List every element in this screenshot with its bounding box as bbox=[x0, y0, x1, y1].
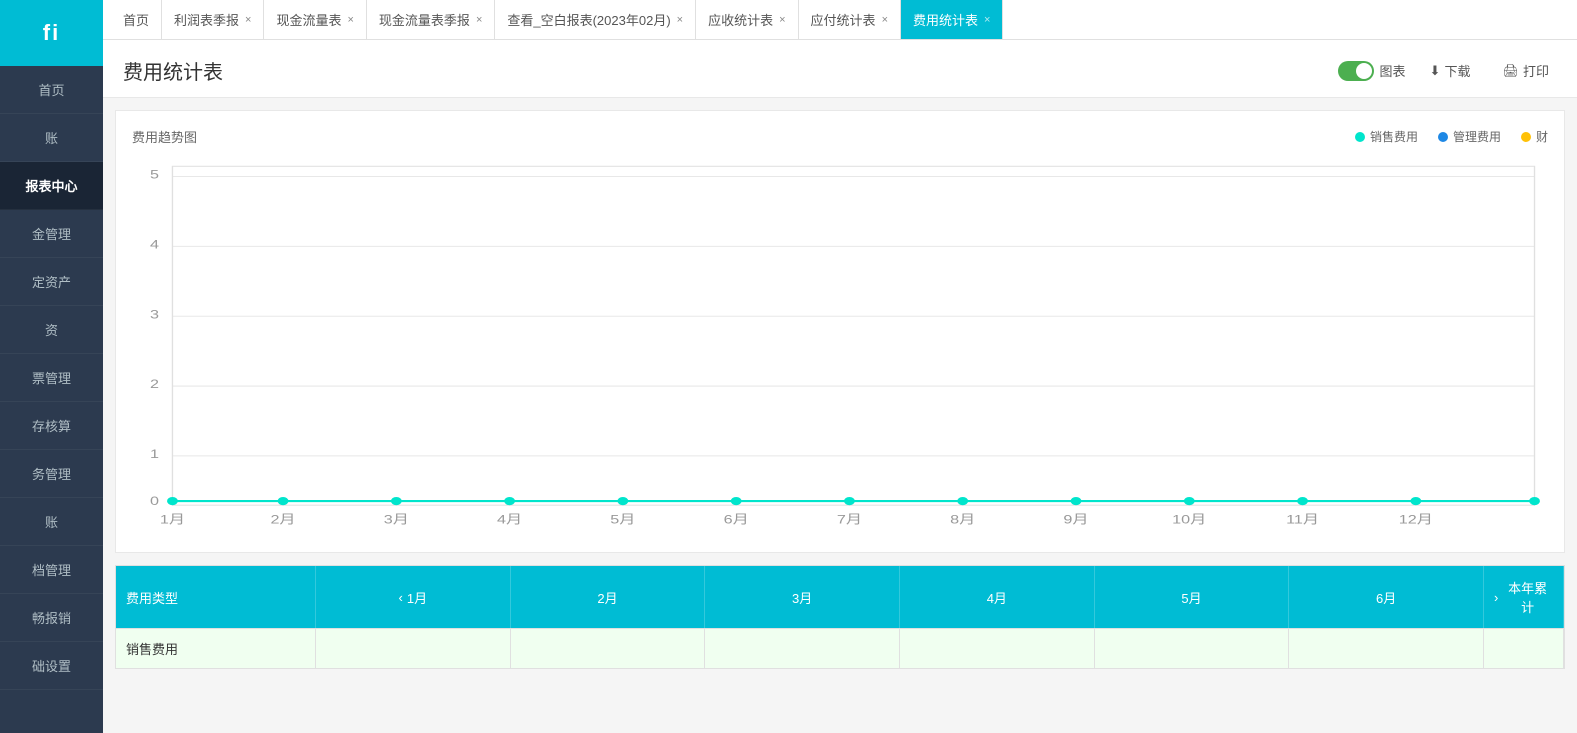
legend-admin: 管理费用 bbox=[1438, 128, 1501, 145]
svg-text:4: 4 bbox=[150, 238, 159, 252]
chart-toggle-label: 图表 bbox=[1380, 61, 1406, 80]
svg-text:2月: 2月 bbox=[270, 513, 295, 527]
close-tab-profit-quarterly[interactable]: × bbox=[245, 14, 251, 26]
svg-text:3: 3 bbox=[150, 308, 159, 322]
next-arrow-icon[interactable]: › bbox=[1494, 590, 1498, 605]
cell-m5 bbox=[1095, 629, 1290, 668]
close-tab-expense-stats[interactable]: × bbox=[984, 14, 990, 26]
close-tab-payable[interactable]: × bbox=[882, 14, 888, 26]
data-table: 费用类型 ‹ 1月 2月 3月 4月 5月 6月 › 本年累计 销售费用 bbox=[115, 565, 1565, 669]
chart-canvas: 5 4 3 2 1 0 bbox=[132, 156, 1548, 536]
col-type: 费用类型 bbox=[116, 566, 316, 628]
close-tab-cashflow-quarterly[interactable]: × bbox=[476, 14, 482, 26]
content-area: 费用统计表 图表 ⬇ 下载 🖨 打印 费用趋势图 bbox=[103, 40, 1577, 733]
close-tab-blank-report[interactable]: × bbox=[677, 14, 683, 26]
chart-toggle-wrap: 图表 bbox=[1338, 61, 1406, 81]
svg-text:2: 2 bbox=[150, 378, 159, 392]
chart-title: 费用趋势图 bbox=[132, 127, 197, 146]
svg-text:1月: 1月 bbox=[160, 513, 185, 527]
svg-text:9月: 9月 bbox=[1063, 513, 1088, 527]
svg-text:7月: 7月 bbox=[837, 513, 862, 527]
header-actions: 图表 ⬇ 下载 🖨 打印 bbox=[1338, 57, 1557, 84]
page-header: 费用统计表 图表 ⬇ 下载 🖨 打印 bbox=[103, 40, 1577, 98]
tab-cashflow-quarterly[interactable]: 现金流量表季报 × bbox=[367, 0, 495, 39]
col-month5: 5月 bbox=[1095, 566, 1290, 628]
svg-text:12月: 12月 bbox=[1399, 513, 1433, 527]
tab-expense-stats[interactable]: 费用统计表 × bbox=[901, 0, 1003, 39]
legend-dot-finance bbox=[1521, 132, 1531, 142]
sidebar-item-home[interactable]: 首页 bbox=[0, 66, 103, 114]
close-tab-receivable[interactable]: × bbox=[779, 14, 785, 26]
sidebar-item-ledger[interactable]: 账 bbox=[0, 498, 103, 546]
table-row: 销售费用 bbox=[116, 628, 1564, 668]
tab-blank-report[interactable]: 查看_空白报表(2023年02月) × bbox=[495, 0, 696, 39]
sidebar-item-expense[interactable]: 畅报销 bbox=[0, 594, 103, 642]
chart-svg: 5 4 3 2 1 0 bbox=[132, 156, 1548, 536]
svg-text:8月: 8月 bbox=[950, 513, 975, 527]
download-icon: ⬇ bbox=[1430, 63, 1441, 79]
svg-text:6月: 6月 bbox=[724, 513, 749, 527]
print-button[interactable]: 🖨 打印 bbox=[1494, 57, 1557, 84]
tab-bar: 首页 利润表季报 × 现金流量表 × 现金流量表季报 × 查看_空白报表(202… bbox=[103, 0, 1577, 40]
tab-profit-quarterly[interactable]: 利润表季报 × bbox=[162, 0, 264, 39]
cell-m4 bbox=[900, 629, 1095, 668]
sidebar-logo: fi bbox=[0, 0, 103, 66]
cell-m3 bbox=[705, 629, 900, 668]
svg-text:11月: 11月 bbox=[1286, 513, 1319, 527]
sidebar: fi 首页 账 报表中心 金管理 定资产 资 票管理 存核算 务管理 账 档管理… bbox=[0, 0, 103, 733]
col-nav-prev[interactable]: ‹ 1月 bbox=[316, 566, 511, 628]
col-month3: 3月 bbox=[705, 566, 900, 628]
legend-finance: 财 bbox=[1521, 128, 1548, 145]
cell-m2 bbox=[511, 629, 706, 668]
tab-receivable[interactable]: 应收统计表 × bbox=[696, 0, 798, 39]
sidebar-item-capital[interactable]: 资 bbox=[0, 306, 103, 354]
legend-sales: 销售费用 bbox=[1355, 128, 1418, 145]
sidebar-item-archive[interactable]: 档管理 bbox=[0, 546, 103, 594]
svg-text:3月: 3月 bbox=[384, 513, 409, 527]
sidebar-item-settings[interactable]: 础设置 bbox=[0, 642, 103, 690]
sidebar-item-inventory[interactable]: 存核算 bbox=[0, 402, 103, 450]
col-month4: 4月 bbox=[900, 566, 1095, 628]
tab-payable[interactable]: 应付统计表 × bbox=[799, 0, 901, 39]
col-month2: 2月 bbox=[511, 566, 706, 628]
chart-section: 费用趋势图 销售费用 管理费用 财 bbox=[115, 110, 1565, 553]
svg-text:5: 5 bbox=[150, 168, 159, 182]
svg-text:10月: 10月 bbox=[1172, 513, 1206, 527]
prev-arrow-icon[interactable]: ‹ bbox=[399, 590, 403, 605]
tab-home[interactable]: 首页 bbox=[111, 0, 162, 39]
table-header: 费用类型 ‹ 1月 2月 3月 4月 5月 6月 › 本年累计 bbox=[116, 566, 1564, 628]
cell-type: 销售费用 bbox=[116, 629, 316, 668]
tab-cashflow[interactable]: 现金流量表 × bbox=[264, 0, 366, 39]
cell-m1 bbox=[316, 629, 511, 668]
col-nav-next[interactable]: › 本年累计 bbox=[1484, 566, 1564, 628]
sidebar-item-invoice[interactable]: 票管理 bbox=[0, 354, 103, 402]
cell-m6 bbox=[1289, 629, 1484, 668]
chart-toggle[interactable] bbox=[1338, 61, 1374, 81]
sidebar-item-reports[interactable]: 报表中心 bbox=[0, 162, 103, 210]
svg-text:4月: 4月 bbox=[497, 513, 522, 527]
svg-text:5月: 5月 bbox=[610, 513, 635, 527]
svg-text:1: 1 bbox=[150, 448, 159, 462]
svg-text:0: 0 bbox=[150, 495, 159, 509]
sidebar-item-account[interactable]: 账 bbox=[0, 114, 103, 162]
cell-ytd bbox=[1484, 629, 1564, 668]
sidebar-item-finance[interactable]: 金管理 bbox=[0, 210, 103, 258]
chart-legend: 销售费用 管理费用 财 bbox=[1355, 128, 1548, 145]
chart-header: 费用趋势图 销售费用 管理费用 财 bbox=[132, 127, 1548, 146]
sidebar-item-assets[interactable]: 定资产 bbox=[0, 258, 103, 306]
page-title: 费用统计表 bbox=[123, 56, 223, 85]
col-month6: 6月 bbox=[1289, 566, 1484, 628]
close-tab-cashflow[interactable]: × bbox=[347, 14, 353, 26]
legend-dot-sales bbox=[1355, 132, 1365, 142]
print-icon: 🖨 bbox=[1502, 63, 1519, 79]
download-button[interactable]: ⬇ 下载 bbox=[1422, 57, 1479, 84]
sidebar-item-service[interactable]: 务管理 bbox=[0, 450, 103, 498]
legend-dot-admin bbox=[1438, 132, 1448, 142]
main-area: 首页 利润表季报 × 现金流量表 × 现金流量表季报 × 查看_空白报表(202… bbox=[103, 0, 1577, 733]
